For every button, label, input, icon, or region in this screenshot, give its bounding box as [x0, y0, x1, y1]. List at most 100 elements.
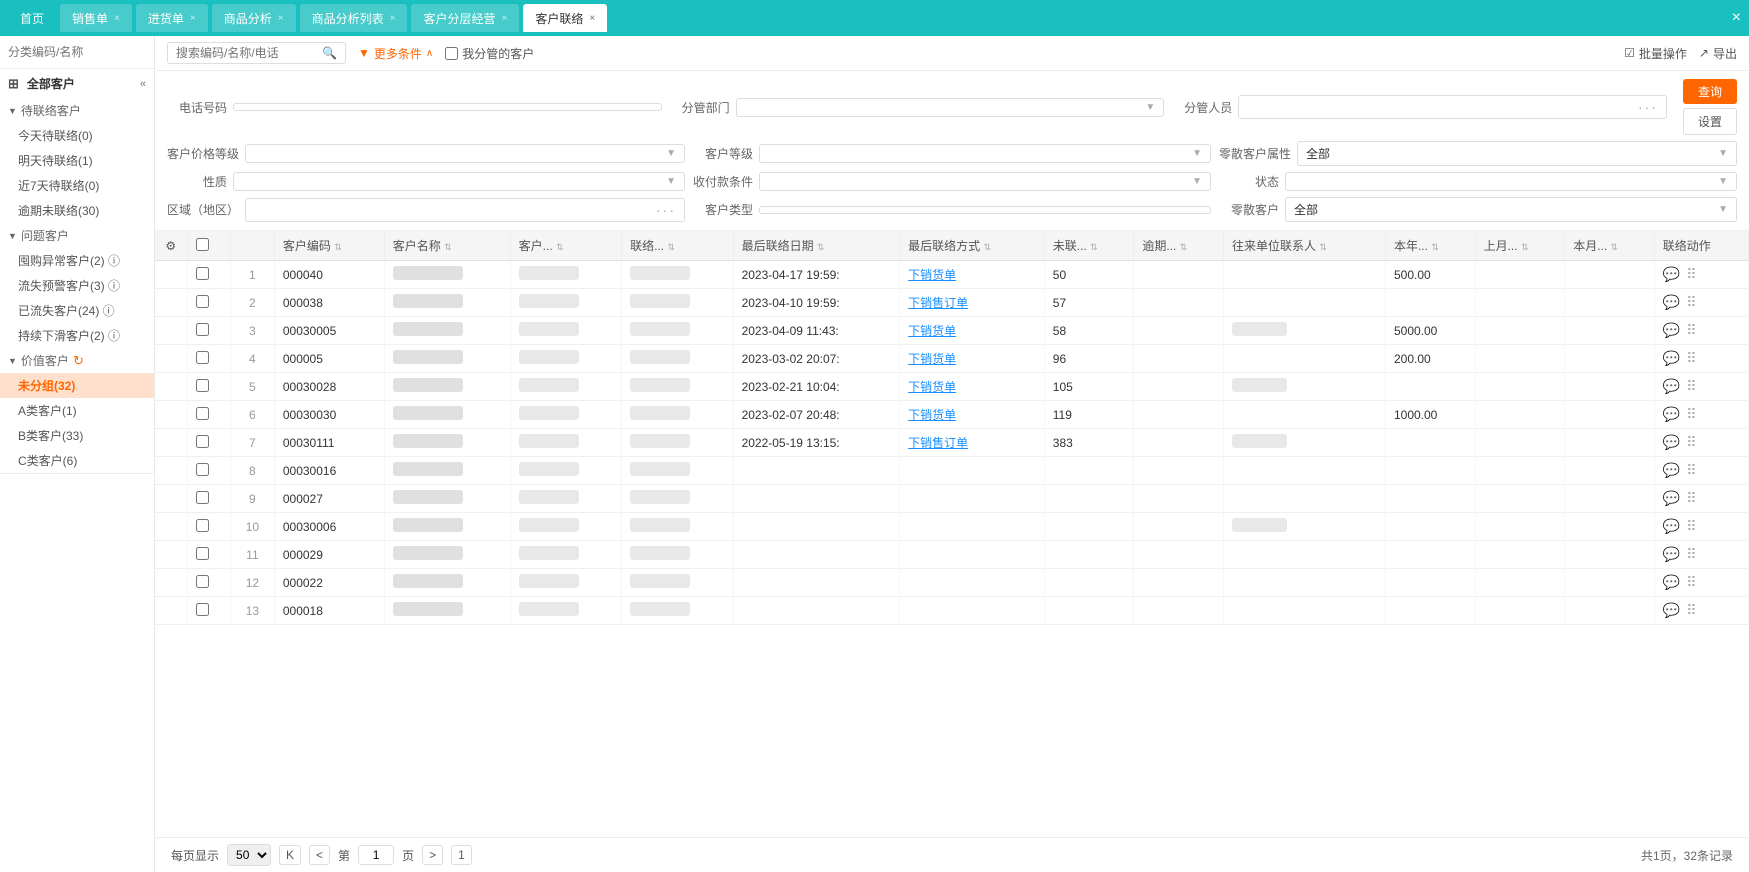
td-last-type[interactable]: 下销售订单 [900, 289, 1045, 317]
td-last-type[interactable]: 下销货单 [900, 317, 1045, 345]
td-last-type[interactable] [900, 597, 1045, 625]
tab-analysis-list-close[interactable]: × [390, 13, 396, 24]
customer-type-input[interactable] [759, 206, 1211, 214]
tab-purchase[interactable]: 进货单 × [136, 4, 208, 32]
th-last-month[interactable]: 上月... ⇅ [1475, 231, 1565, 261]
all-customers-header[interactable]: ⊞ 全部客户 « [0, 69, 154, 98]
td-last-type[interactable] [900, 513, 1045, 541]
select-all-checkbox[interactable] [196, 238, 209, 251]
sidebar-item-overdue[interactable]: 逾期未联络(30) [0, 198, 154, 223]
sidebar-item-churned[interactable]: 已流失客户(24) ⓘ [0, 298, 154, 323]
sidebar-item-abnormal[interactable]: 囤购异常客户(2) ⓘ [0, 248, 154, 273]
sidebar-item-ungroup[interactable]: 未分组(32) [0, 373, 154, 398]
chat-icon[interactable]: 💬 [1663, 602, 1680, 619]
tab-sales[interactable]: 销售单 × [60, 4, 132, 32]
search-box[interactable]: 🔍 [167, 42, 346, 64]
th-last-contact-type[interactable]: 最后联络方式 ⇅ [900, 231, 1045, 261]
tab-customer-contact[interactable]: 客户联络 × [523, 4, 607, 32]
more-icon[interactable]: ⠿ [1686, 462, 1696, 479]
group-pending-contact[interactable]: ▼ 待联络客户 [0, 98, 154, 123]
td-last-type[interactable]: 下销货单 [900, 261, 1045, 289]
td-checkbox[interactable] [187, 541, 230, 569]
td-last-type[interactable] [900, 457, 1045, 485]
chat-icon[interactable]: 💬 [1663, 518, 1680, 535]
tab-analysis-close[interactable]: × [278, 13, 284, 24]
next-page-btn[interactable]: > [422, 845, 443, 865]
sidebar-item-c-class[interactable]: C类客户(6) [0, 448, 154, 473]
row-checkbox[interactable] [196, 463, 209, 476]
more-icon[interactable]: ⠿ [1686, 350, 1696, 367]
payment-select[interactable]: ▼ [759, 172, 1211, 191]
my-customers-label[interactable]: 我分管的客户 [445, 45, 534, 62]
row-checkbox[interactable] [196, 547, 209, 560]
td-last-type[interactable]: 下销货单 [900, 373, 1045, 401]
more-icon[interactable]: ⠿ [1686, 406, 1696, 423]
chat-icon[interactable]: 💬 [1663, 406, 1680, 423]
td-last-type[interactable]: 下销售订单 [900, 429, 1045, 457]
td-checkbox[interactable] [187, 261, 230, 289]
refresh-icon[interactable]: ↻ [73, 353, 84, 369]
price-level-select[interactable]: ▼ [245, 144, 685, 163]
td-last-type[interactable] [900, 569, 1045, 597]
td-last-type[interactable] [900, 485, 1045, 513]
chat-icon[interactable]: 💬 [1663, 378, 1680, 395]
more-icon[interactable]: ⠿ [1686, 546, 1696, 563]
chat-icon[interactable]: 💬 [1663, 350, 1680, 367]
row-checkbox[interactable] [196, 435, 209, 448]
prev-page-btn[interactable]: < [309, 845, 330, 865]
customer-level-select[interactable]: ▼ [759, 144, 1211, 163]
sidebar-item-today[interactable]: 今天待联络(0) [0, 123, 154, 148]
per-page-select[interactable]: 50 [227, 844, 271, 866]
row-checkbox[interactable] [196, 295, 209, 308]
chat-icon[interactable]: 💬 [1663, 490, 1680, 507]
main-search-icon[interactable]: 🔍 [322, 46, 337, 60]
my-customers-checkbox[interactable] [445, 47, 458, 60]
tab-customer-contact-close[interactable]: × [589, 13, 595, 24]
th-last-contact-date[interactable]: 最后联络日期 ⇅ [733, 231, 900, 261]
row-checkbox[interactable] [196, 323, 209, 336]
chat-icon[interactable]: 💬 [1663, 574, 1680, 591]
th-code[interactable]: 客户编码 ⇅ [274, 231, 384, 261]
more-icon[interactable]: ⠿ [1686, 574, 1696, 591]
chat-icon[interactable]: 💬 [1663, 266, 1680, 283]
more-icon[interactable]: ⠿ [1686, 378, 1696, 395]
td-last-type[interactable] [900, 541, 1045, 569]
more-icon[interactable]: ⠿ [1686, 602, 1696, 619]
tab-home[interactable]: 首页 [8, 4, 56, 32]
th-settings[interactable]: ⚙ [155, 231, 187, 261]
sidebar-item-churn-warning[interactable]: 流失预警客户(3) ⓘ [0, 273, 154, 298]
sidebar-item-tomorrow[interactable]: 明天待联络(1) [0, 148, 154, 173]
nature-select[interactable]: ▼ [233, 172, 685, 191]
retail-attr-select[interactable]: 全部 ▼ [1297, 141, 1737, 166]
tab-customer-tier[interactable]: 客户分层经营 × [411, 4, 519, 32]
th-contact[interactable]: 联络... ⇅ [622, 231, 733, 261]
row-checkbox[interactable] [196, 519, 209, 532]
status-select[interactable]: ▼ [1285, 172, 1737, 191]
td-checkbox[interactable] [187, 373, 230, 401]
page-input[interactable] [358, 845, 394, 865]
td-checkbox[interactable] [187, 597, 230, 625]
main-search-input[interactable] [176, 46, 316, 60]
td-checkbox[interactable] [187, 345, 230, 373]
group-problem-customer[interactable]: ▼ 问题客户 [0, 223, 154, 248]
td-checkbox[interactable] [187, 289, 230, 317]
th-checkbox[interactable] [187, 231, 230, 261]
tab-sales-close[interactable]: × [114, 13, 120, 24]
th-no-contact[interactable]: 未联... ⇅ [1044, 231, 1134, 261]
first-page-btn[interactable]: K [279, 845, 301, 865]
manager-input[interactable]: ··· [1238, 95, 1667, 119]
tab-analysis[interactable]: 商品分析 × [212, 4, 296, 32]
chat-icon[interactable]: 💬 [1663, 546, 1680, 563]
group-value-customer[interactable]: ▼ 价值客户 ↻ [0, 348, 154, 373]
chat-icon[interactable]: 💬 [1663, 294, 1680, 311]
window-close-button[interactable]: × [1732, 9, 1741, 27]
sidebar-item-7days[interactable]: 近7天待联络(0) [0, 173, 154, 198]
chat-icon[interactable]: 💬 [1663, 322, 1680, 339]
batch-op-btn[interactable]: ☑ 批量操作 [1624, 45, 1687, 62]
td-checkbox[interactable] [187, 513, 230, 541]
th-this-month[interactable]: 本月... ⇅ [1565, 231, 1655, 261]
th-overdue[interactable]: 逾期... ⇅ [1134, 231, 1224, 261]
more-conditions-btn[interactable]: ▼ 更多条件 ∧ [358, 45, 433, 62]
td-checkbox[interactable] [187, 429, 230, 457]
row-checkbox[interactable] [196, 379, 209, 392]
